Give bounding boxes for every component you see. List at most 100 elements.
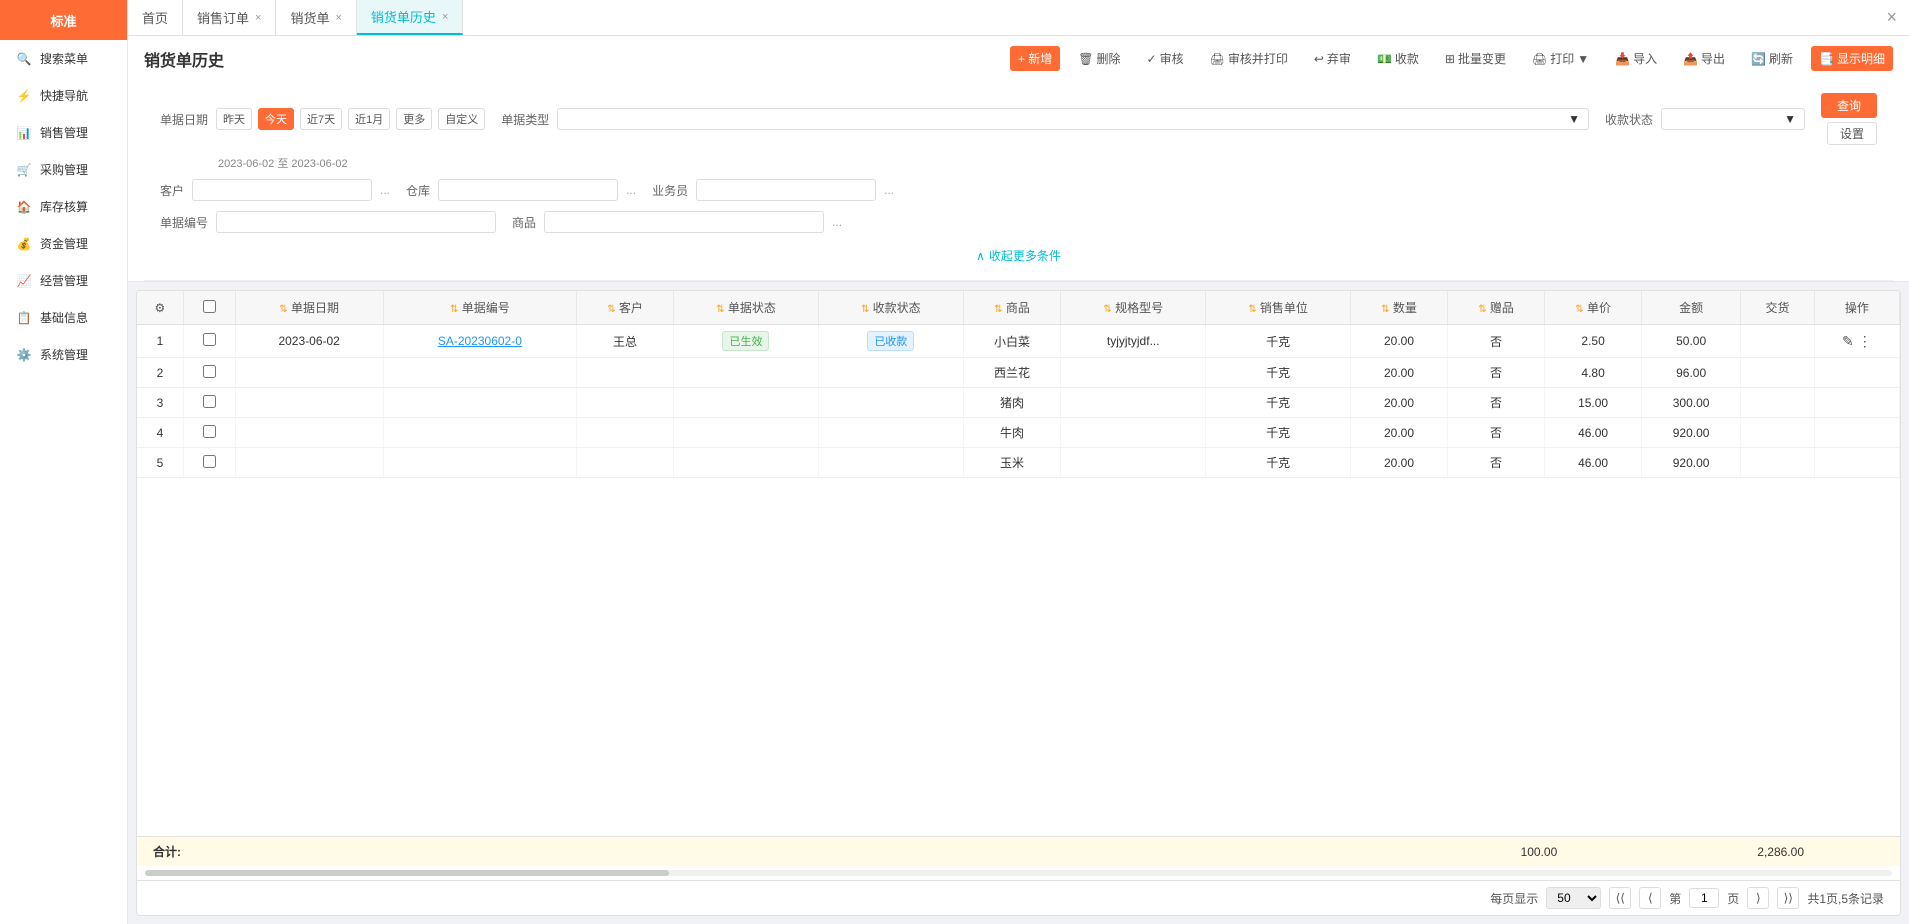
- tab-sales-order-close[interactable]: ×: [255, 12, 261, 24]
- row-checkbox[interactable]: [203, 425, 216, 438]
- export-button[interactable]: 📤 导出: [1675, 46, 1733, 71]
- next-page-btn[interactable]: ⟩: [1747, 887, 1769, 909]
- horizontal-scrollbar[interactable]: [145, 870, 1892, 876]
- spec-sort-icon[interactable]: ⇅: [1103, 304, 1111, 315]
- row-paystatus: [818, 418, 963, 448]
- tab-sales-delivery[interactable]: 销货单 ×: [276, 0, 356, 35]
- scrollbar-thumb[interactable]: [145, 870, 669, 876]
- docstatus-sort-icon[interactable]: ⇅: [716, 304, 724, 315]
- tab-sales-history-close[interactable]: ×: [442, 11, 448, 23]
- docno-sort-icon[interactable]: ⇅: [450, 304, 458, 315]
- row-action: [1814, 448, 1899, 478]
- sidebar-item-sales[interactable]: 📊 销售管理: [0, 114, 127, 151]
- import-button[interactable]: 📥 导入: [1607, 46, 1665, 71]
- row-checkbox[interactable]: [203, 333, 216, 346]
- goods-input[interactable]: [544, 211, 824, 233]
- sidebar-item-finance[interactable]: 💰 资金管理: [0, 225, 127, 262]
- pay-status-select[interactable]: ▼: [1661, 108, 1805, 130]
- new-button[interactable]: + 新增: [1010, 46, 1060, 71]
- warehouse-input[interactable]: [438, 179, 618, 201]
- row-price: 15.00: [1545, 388, 1642, 418]
- sidebar-item-search[interactable]: 🔍 搜索菜单: [0, 40, 127, 77]
- sidebar-item-ops[interactable]: 📈 经营管理: [0, 262, 127, 299]
- collect-button[interactable]: 💵 收款: [1369, 46, 1427, 71]
- date-sort-icon[interactable]: ⇅: [279, 304, 287, 315]
- date-more-btn[interactable]: 更多: [396, 108, 432, 130]
- qty-sort-icon[interactable]: ⇅: [1381, 304, 1389, 315]
- staff-dots[interactable]: ...: [884, 183, 894, 197]
- col-gear[interactable]: ⚙: [137, 291, 183, 325]
- show-detail-icon: 📑: [1819, 52, 1834, 66]
- date-filter-label: 单据日期: [160, 111, 208, 128]
- date-custom-btn[interactable]: 自定义: [438, 108, 485, 130]
- col-price: ⇅ 单价: [1545, 291, 1642, 325]
- sidebar-item-system[interactable]: ⚙️ 系统管理: [0, 336, 127, 373]
- sidebar-item-purchase[interactable]: 🛒 采购管理: [0, 151, 127, 188]
- date-today-btn[interactable]: 今天: [258, 108, 294, 130]
- first-page-btn[interactable]: ⟨⟨: [1609, 887, 1631, 909]
- sidebar-item-basic[interactable]: 📋 基础信息: [0, 299, 127, 336]
- date-yesterday-btn[interactable]: 昨天: [216, 108, 252, 130]
- audit-icon: ✓: [1147, 52, 1157, 66]
- customer-input[interactable]: [192, 179, 372, 201]
- tab-sales-history[interactable]: 销货单历史 ×: [357, 0, 463, 35]
- abandon-button[interactable]: ↩ 弃审: [1306, 46, 1359, 71]
- print-button[interactable]: 🖨 打印 ▼: [1524, 46, 1597, 71]
- sidebar-item-label: 经营管理: [40, 272, 88, 289]
- date-1month-btn[interactable]: 近1月: [348, 108, 390, 130]
- paystatus-sort-icon[interactable]: ⇅: [861, 304, 869, 315]
- audit-print-button[interactable]: 🖨 审核并打印: [1202, 46, 1296, 71]
- last-page-btn[interactable]: ⟩⟩: [1777, 887, 1799, 909]
- row-checkbox[interactable]: [203, 395, 216, 408]
- delete-button[interactable]: 🗑 删除: [1070, 46, 1128, 71]
- tab-home[interactable]: 首页: [128, 0, 183, 35]
- query-button[interactable]: 查询: [1821, 93, 1877, 118]
- row-checkbox[interactable]: [203, 365, 216, 378]
- page-number-input[interactable]: [1689, 888, 1719, 908]
- col-doc-status: ⇅ 单据状态: [674, 291, 819, 325]
- goods-sort-icon[interactable]: ⇅: [994, 304, 1002, 315]
- batch-change-button[interactable]: ⊞ 批量变更: [1437, 46, 1514, 71]
- sidebar-item-inventory[interactable]: 🏠 库存核算: [0, 188, 127, 225]
- abandon-icon: ↩: [1314, 52, 1324, 66]
- show-detail-button[interactable]: 📑 显示明细: [1811, 46, 1893, 71]
- doc-no-input[interactable]: [216, 211, 496, 233]
- audit-button[interactable]: ✓ 审核: [1139, 46, 1192, 71]
- tab-close-all-btn[interactable]: ×: [1874, 7, 1909, 28]
- staff-input[interactable]: [696, 179, 876, 201]
- tab-sales-order[interactable]: 销售订单 ×: [183, 0, 276, 35]
- edit-btn[interactable]: ✎: [1842, 333, 1854, 350]
- goods-dots[interactable]: ...: [832, 215, 842, 229]
- row-qty: 20.00: [1350, 418, 1447, 448]
- more-btn[interactable]: ⋮: [1858, 333, 1872, 350]
- unit-sort-icon[interactable]: ⇅: [1248, 304, 1256, 315]
- row-checkbox[interactable]: [203, 455, 216, 468]
- doc-no-link[interactable]: SA-20230602-0: [438, 334, 522, 348]
- row-spec: tyjyjtyjdf...: [1061, 325, 1206, 358]
- setting-button[interactable]: 设置: [1827, 122, 1877, 145]
- row-amount: 50.00: [1642, 325, 1741, 358]
- col-spec: ⇅ 规格型号: [1061, 291, 1206, 325]
- page-size-select[interactable]: 10 20 50 100: [1546, 887, 1601, 909]
- gift-sort-icon[interactable]: ⇅: [1478, 304, 1486, 315]
- sidebar-item-quicknav[interactable]: ⚡ 快捷导航: [0, 77, 127, 114]
- col-goods: ⇅ 商品: [963, 291, 1061, 325]
- date-7days-btn[interactable]: 近7天: [300, 108, 342, 130]
- filter-doc-no: 单据编号: [160, 211, 496, 233]
- table-row: 3猪肉千克20.00否15.00300.00: [137, 388, 1900, 418]
- footer-total-amount: 2,286.00: [1757, 845, 1804, 859]
- collapse-btn[interactable]: ∧ 收起更多条件: [160, 243, 1877, 268]
- warehouse-dots[interactable]: ...: [626, 183, 636, 197]
- price-sort-icon[interactable]: ⇅: [1575, 304, 1583, 315]
- data-table: ⚙ ⇅ 单据日期 ⇅ 单据编号 ⇅ 客户 ⇅ 单据状态 ⇅ 收款状态 ⇅ 商品 …: [137, 291, 1900, 478]
- refresh-button[interactable]: 🔄 刷新: [1743, 46, 1801, 71]
- doc-type-select[interactable]: ▼: [557, 108, 1589, 130]
- row-docstatus: [674, 358, 819, 388]
- row-checkbox-cell: [183, 388, 235, 418]
- select-all-checkbox[interactable]: [203, 300, 216, 313]
- tab-sales-delivery-close[interactable]: ×: [335, 12, 341, 24]
- prev-page-btn[interactable]: ⟨: [1639, 887, 1661, 909]
- customer-dots[interactable]: ...: [380, 183, 390, 197]
- inventory-icon: 🏠: [16, 199, 32, 215]
- customer-sort-icon[interactable]: ⇅: [607, 304, 615, 315]
